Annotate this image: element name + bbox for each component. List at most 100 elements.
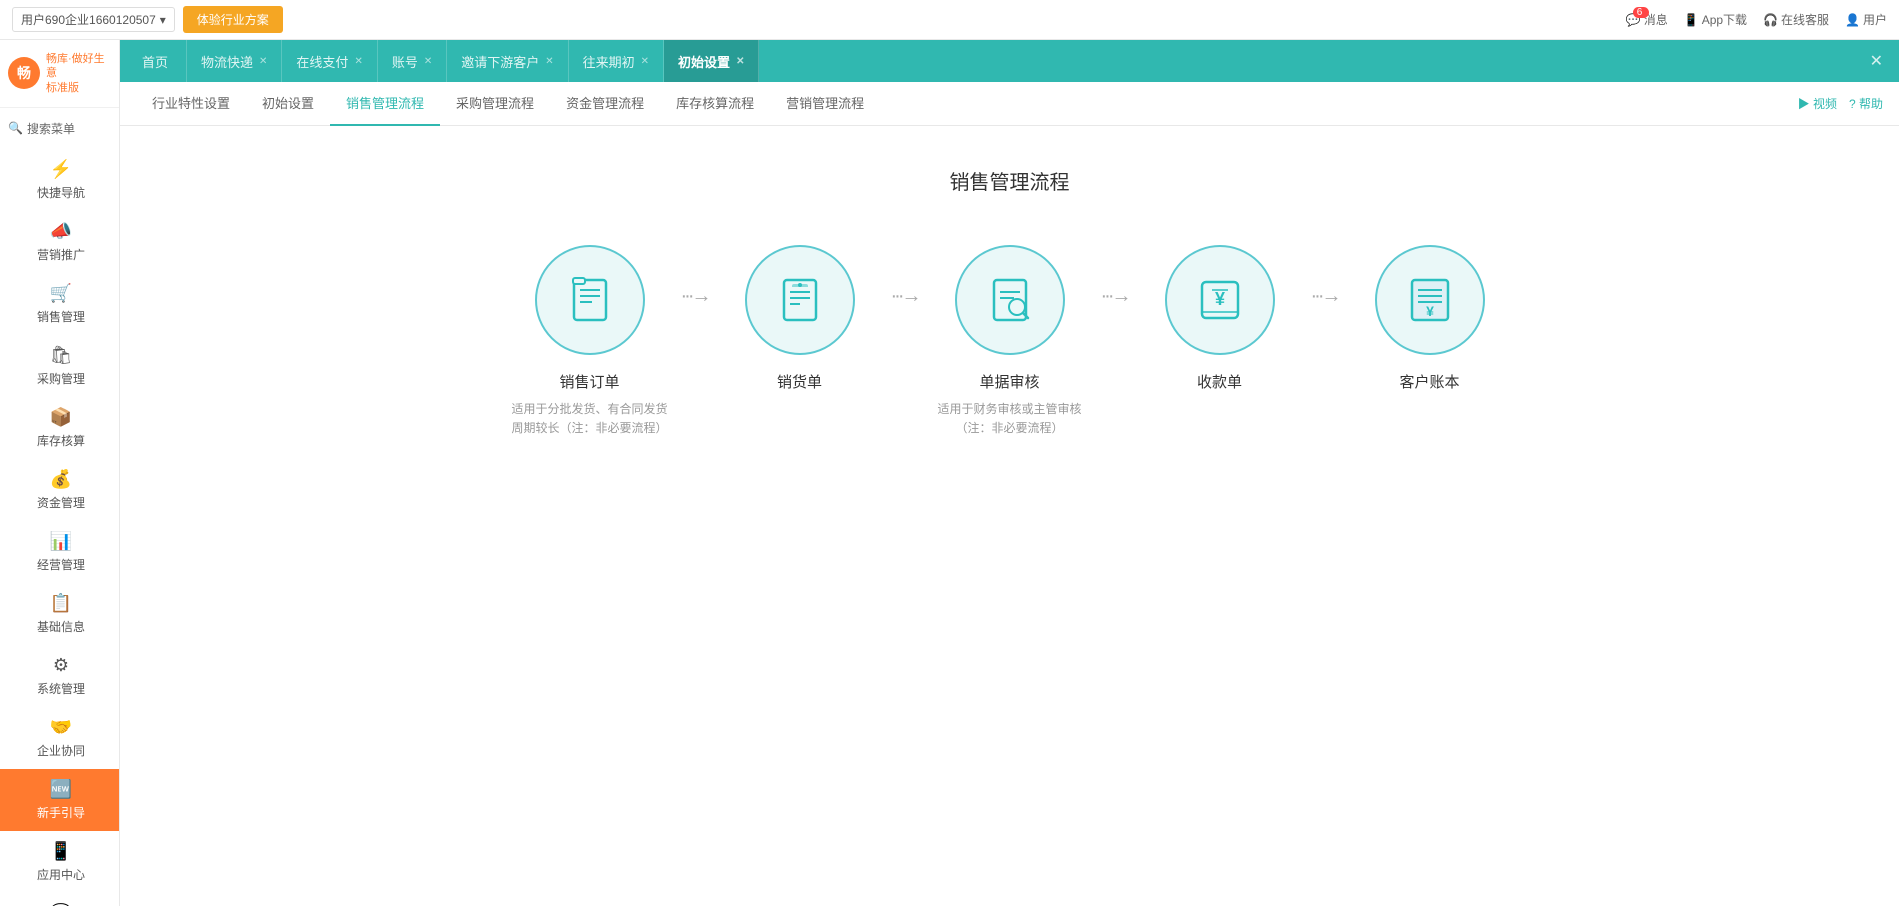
sidebar-item-app-center[interactable]: 📱 应用中心 [0,831,119,893]
flow-arrow-2: ···→ [880,245,930,308]
system-label: 系统管理 [37,680,85,697]
flow-step-sales-invoice: 销货单 [720,245,880,400]
purchase-label: 采购管理 [37,370,85,387]
logo-text: 畅库·做好生意 标准版 [46,52,111,95]
finance-label: 资金管理 [37,494,85,511]
operation-label: 经营管理 [37,556,85,573]
tab-invite[interactable]: 邀请下游客户 ✕ [447,40,568,82]
content-area: 首页 物流快递 ✕ 在线支付 ✕ 账号 ✕ 邀请下游客户 ✕ 往来期初 ✕ [120,40,1899,906]
user-selector[interactable]: 用户690企业1660120507 ▾ [12,7,175,32]
quick-nav-icon: ⚡ [50,159,72,180]
customer-ledger-icon: ¥ [1404,274,1456,326]
nav-bar-close-btn[interactable]: ✕ [1858,51,1895,71]
tab-account[interactable]: 账号 ✕ [378,40,447,82]
sidebar-item-quick-nav[interactable]: ⚡ 快捷导航 [0,149,119,211]
sidebar-item-operation[interactable]: 📊 经营管理 [0,521,119,583]
finance-icon: 💰 [50,469,72,490]
tab-home[interactable]: 首页 [124,40,187,82]
sidebar: 畅 畅库·做好生意 标准版 🔍 搜索菜单 ⚡ 快捷导航 📣 营销推广 🛒 销售管… [0,40,120,906]
flow-arrow-1: ···→ [670,245,720,308]
close-logistics-icon[interactable]: ✕ [259,56,267,67]
sidebar-item-basic-info[interactable]: 📋 基础信息 [0,583,119,645]
page-title: 销售管理流程 [160,166,1859,195]
audit-icon [984,274,1036,326]
sub-tabs: 行业特性设置 初始设置 销售管理流程 采购管理流程 资金管理流程 库存核算流程 … [120,82,1899,126]
flow-circle-customer-ledger[interactable]: ¥ [1375,245,1485,355]
logo-icon: 畅 [8,57,40,89]
flow-circle-receipt[interactable]: ¥ [1165,245,1275,355]
close-account-icon[interactable]: ✕ [424,56,432,67]
sidebar-item-system[interactable]: ⚙ 系统管理 [0,645,119,707]
sidebar-item-inventory[interactable]: 📦 库存核算 [0,397,119,459]
user-btn[interactable]: 👤 用户 [1845,11,1887,28]
system-icon: ⚙ [53,655,69,676]
help-btn[interactable]: ? 帮助 [1849,95,1883,112]
sidebar-item-purchase[interactable]: 🛍 采购管理 [0,335,119,397]
tab-logistics[interactable]: 物流快递 ✕ [187,40,282,82]
flow-step-receipt: ¥ 收款单 [1140,245,1300,400]
message-btn[interactable]: 💬 6 消息 [1626,11,1668,28]
sidebar-item-finance[interactable]: 💰 资金管理 [0,459,119,521]
msg-count: 6 [1633,7,1649,18]
marketing-icon: 📣 [50,221,72,242]
marketing-label: 营销推广 [37,246,85,263]
flow-circle-audit[interactable] [955,245,1065,355]
svg-text:¥: ¥ [1426,303,1434,319]
basic-info-icon: 📋 [50,593,72,614]
flow-label-sales-invoice: 销货单 [777,371,822,392]
sub-tab-inventory-calc[interactable]: 库存核算流程 [660,82,770,126]
sidebar-item-marketing[interactable]: 📣 营销推广 [0,211,119,273]
svg-text:¥: ¥ [1214,289,1224,309]
close-period-icon[interactable]: ✕ [641,56,649,67]
app-download-btn[interactable]: 📱 App下载 [1684,11,1747,28]
sidebar-item-enterprise-wechat[interactable]: 💬 企业微信 [0,893,119,906]
inventory-label: 库存核算 [37,432,85,449]
service-btn[interactable]: 🎧 在线客服 [1763,11,1829,28]
new-guide-label: 新手引导 [37,804,85,821]
video-btn[interactable]: ▶ 视频 [1798,95,1837,112]
sub-tab-industry[interactable]: 行业特性设置 [136,82,246,126]
tab-init-settings[interactable]: 初始设置 ✕ [664,40,759,82]
sidebar-logo: 畅 畅库·做好生意 标准版 [0,40,119,108]
app-center-icon: 📱 [50,841,72,862]
flow-circle-sales-invoice[interactable] [745,245,855,355]
receipt-icon: ¥ [1194,274,1246,326]
flow-step-customer-ledger: ¥ 客户账本 [1350,245,1510,400]
close-init-settings-icon[interactable]: ✕ [736,56,744,67]
sidebar-item-sales[interactable]: 🛒 销售管理 [0,273,119,335]
tab-payment[interactable]: 在线支付 ✕ [282,40,377,82]
page-content: 销售管理流程 销售订单 适用于分批发货、有合同发货周期较长（ [120,126,1899,906]
flow-circle-sales-order[interactable] [535,245,645,355]
sidebar-item-enterprise-collab[interactable]: 🤝 企业协同 [0,707,119,769]
sub-tab-marketing-flow[interactable]: 营销管理流程 [770,82,880,126]
search-menu-btn[interactable]: 🔍 搜索菜单 [8,116,111,141]
main-layout: 畅 畅库·做好生意 标准版 🔍 搜索菜单 ⚡ 快捷导航 📣 营销推广 🛒 销售管… [0,40,1899,906]
new-guide-icon: 🆕 [50,779,72,800]
sub-tab-init[interactable]: 初始设置 [246,82,330,126]
close-invite-icon[interactable]: ✕ [545,56,553,67]
flow-label-sales-order: 销售订单 [559,371,619,392]
sales-icon: 🛒 [50,283,72,304]
sales-order-icon [564,274,616,326]
operation-icon: 📊 [50,531,72,552]
flow-arrow-3: ···→ [1090,245,1140,308]
sub-tab-finance-flow[interactable]: 资金管理流程 [550,82,660,126]
flow-desc-sales-order: 适用于分批发货、有合同发货周期较长（注：非必要流程） [510,400,670,438]
enterprise-collab-label: 企业协同 [37,742,85,759]
flow-label-receipt: 收款单 [1197,371,1242,392]
sidebar-item-new-guide[interactable]: 🆕 新手引导 [0,769,119,831]
purchase-icon: 🛍 [50,345,73,366]
tab-period[interactable]: 往来期初 ✕ [569,40,664,82]
sub-tab-purchase-flow[interactable]: 采购管理流程 [440,82,550,126]
flow-label-audit: 单据审核 [979,371,1039,392]
dropdown-icon: ▾ [160,13,166,27]
experience-btn[interactable]: 体验行业方案 [183,6,283,33]
sub-tab-sales-flow[interactable]: 销售管理流程 [330,82,440,126]
quick-nav-label: 快捷导航 [37,184,85,201]
flow-step-sales-order: 销售订单 适用于分批发货、有合同发货周期较长（注：非必要流程） [510,245,670,438]
nav-tabs-bar: 首页 物流快递 ✕ 在线支付 ✕ 账号 ✕ 邀请下游客户 ✕ 往来期初 ✕ [120,40,1899,82]
inventory-icon: 📦 [50,407,72,428]
top-bar-left: 用户690企业1660120507 ▾ 体验行业方案 [12,6,283,33]
close-payment-icon[interactable]: ✕ [354,56,362,67]
sales-invoice-icon [774,274,826,326]
